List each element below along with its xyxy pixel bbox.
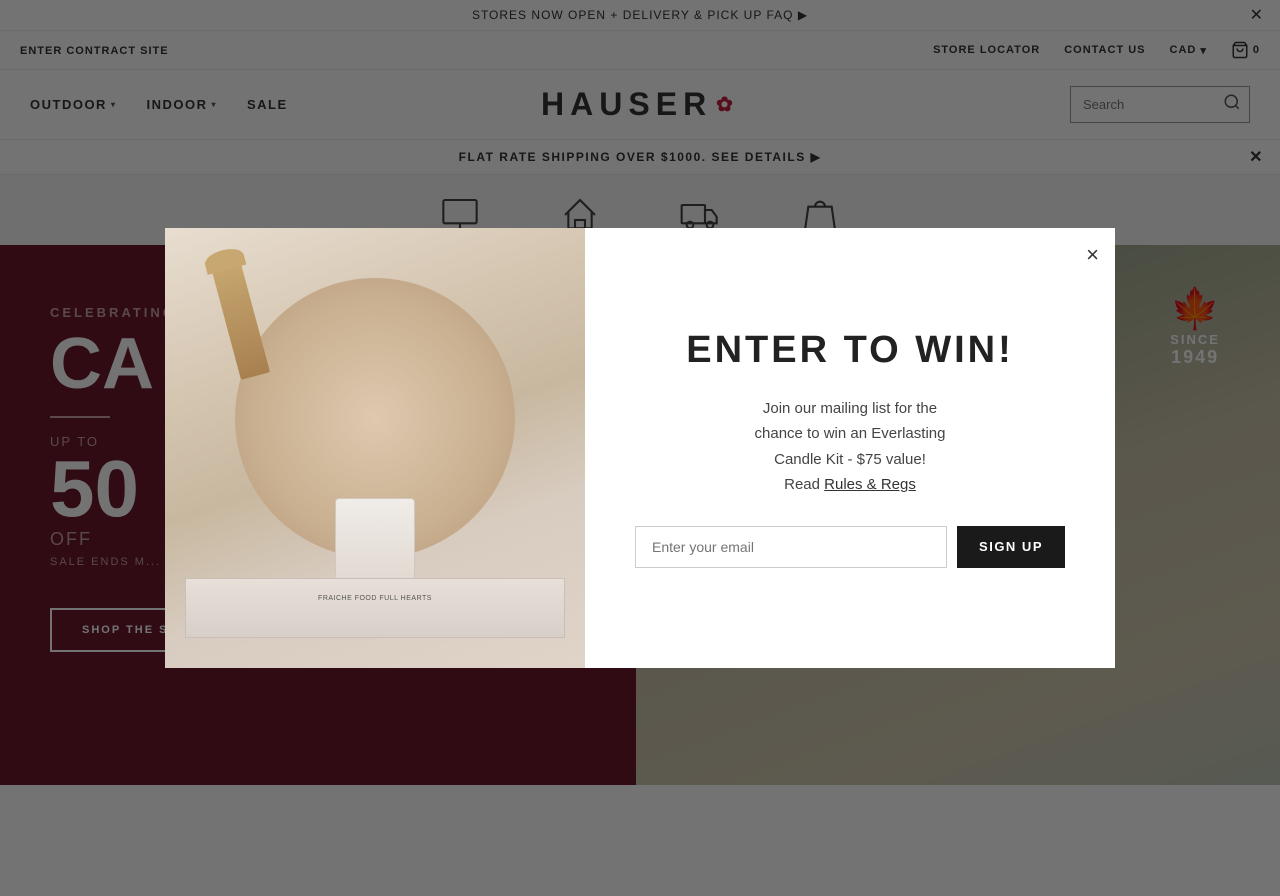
modal-signup-button[interactable]: SIGN UP <box>957 526 1065 568</box>
modal-content: × ENTER TO WIN! Join our mailing list fo… <box>585 228 1115 668</box>
modal-image-objects: FRAICHE FOOD FULL HEARTS <box>165 228 585 668</box>
modal-body-line2: chance to win an Everlasting <box>755 425 946 442</box>
modal-title: ENTER TO WIN! <box>686 329 1014 372</box>
modal-body: Join our mailing list for the chance to … <box>755 396 946 498</box>
modal-book-title: FRAICHE FOOD FULL HEARTS <box>186 595 564 602</box>
modal-dialog: FRAICHE FOOD FULL HEARTS × ENTER TO WIN!… <box>165 228 1115 668</box>
modal-overlay[interactable]: FRAICHE FOOD FULL HEARTS × ENTER TO WIN!… <box>0 0 1280 896</box>
modal-body-line1: Join our mailing list for the <box>763 400 937 417</box>
modal-body-line3: Candle Kit - $75 value! <box>774 451 926 468</box>
modal-spatulas-icon <box>210 256 270 380</box>
modal-email-input[interactable] <box>635 526 947 568</box>
modal-form: SIGN UP <box>635 526 1065 568</box>
modal-image: FRAICHE FOOD FULL HEARTS <box>165 228 585 668</box>
modal-candle-jar <box>335 498 415 588</box>
modal-book: FRAICHE FOOD FULL HEARTS <box>185 578 565 638</box>
modal-rules-link[interactable]: Rules & Regs <box>824 476 916 493</box>
modal-read-text: Read <box>784 476 820 493</box>
modal-close-button[interactable]: × <box>1086 242 1099 268</box>
